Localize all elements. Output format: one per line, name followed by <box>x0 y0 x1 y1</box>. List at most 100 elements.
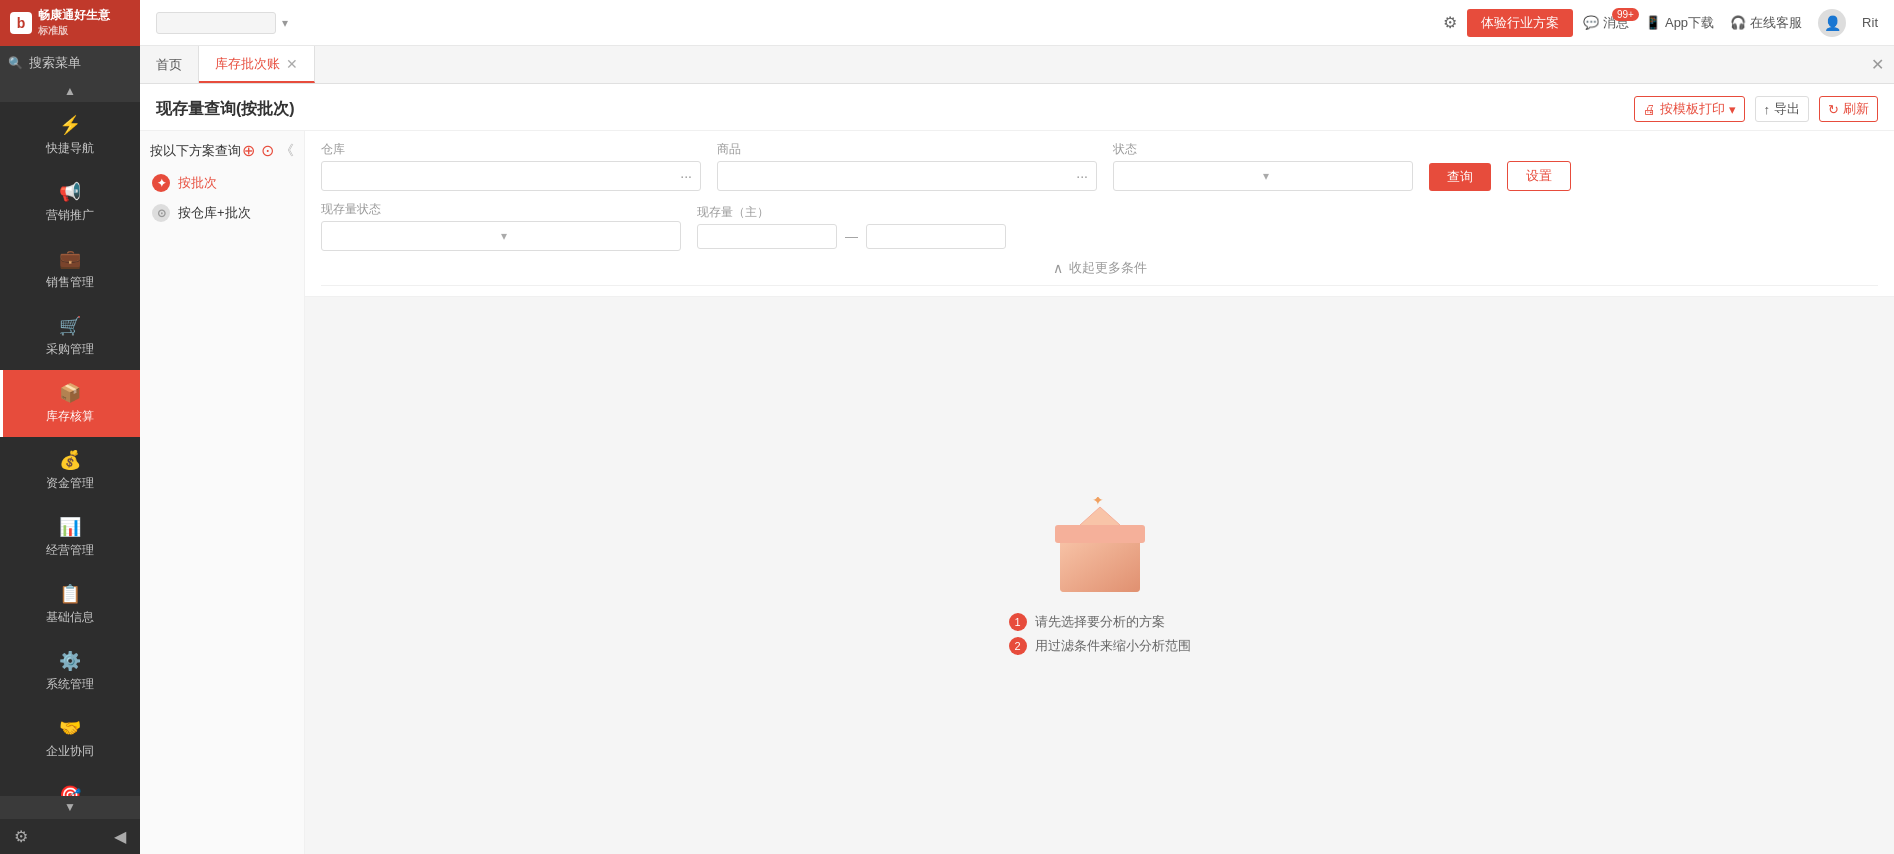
empty-illustration: ✦ <box>1040 497 1160 597</box>
step-2-num: 2 <box>1009 637 1027 655</box>
sidebar-item-label-inventory: 库存核算 <box>46 408 94 425</box>
topbar-right: 💬 消息 99+ 📱 App下载 🎧 在线客服 👤 Rit <box>1583 9 1878 37</box>
print-chevron-icon: ▾ <box>1729 102 1736 117</box>
filter-top-row: 仓库 ··· 商品 ··· <box>321 141 1878 191</box>
status-label: 状态 <box>1113 141 1413 158</box>
warehouse-field: 仓库 ··· <box>321 141 701 191</box>
step-2-text: 用过滤条件来缩小分析范围 <box>1035 637 1191 655</box>
sidebar-item-system[interactable]: ⚙️ 系统管理 <box>0 638 140 705</box>
base-icon: 📋 <box>59 583 81 605</box>
tab-batch-account[interactable]: 库存批次账 ✕ <box>199 46 315 83</box>
tab-home[interactable]: 首页 <box>140 46 199 83</box>
goods-label: 商品 <box>717 141 1097 158</box>
warehouse-more-icon[interactable]: ··· <box>680 168 692 184</box>
purchase-icon: 🛒 <box>59 315 81 337</box>
print-button[interactable]: 🖨 按模板打印 ▾ <box>1634 96 1745 122</box>
add-scheme-icon[interactable]: ⊕ <box>242 141 255 160</box>
scheme-item-by-warehouse-batch[interactable]: ⊙ 按仓库+批次 <box>140 198 304 228</box>
sidebar-item-label-enterprise: 企业协同 <box>46 743 94 760</box>
refresh-button[interactable]: ↻ 刷新 <box>1819 96 1878 122</box>
page-header-actions: 🖨 按模板打印 ▾ ↑ 导出 ↻ 刷新 <box>1634 96 1879 122</box>
sidebar-item-enterprise[interactable]: 🤝 企业协同 <box>0 705 140 772</box>
inventory-status-chevron-icon: ▾ <box>501 229 672 243</box>
collapse-panel-icon[interactable]: 《 <box>280 142 294 160</box>
operations-icon: 📊 <box>59 516 81 538</box>
username[interactable]: Rit <box>1862 15 1878 30</box>
qty-field: 现存量（主） — <box>697 204 1057 249</box>
empty-illustration-svg: ✦ <box>1040 497 1160 597</box>
inventory-status-label: 现存量状态 <box>321 201 681 218</box>
online-service-label: 在线客服 <box>1750 14 1802 32</box>
qty-min-input[interactable] <box>697 224 837 249</box>
filter-bar: 仓库 ··· 商品 ··· <box>305 131 1894 297</box>
scheme-header-actions: ⊕ ⊙ 《 <box>242 141 294 160</box>
scroll-down[interactable]: ▼ <box>0 796 140 818</box>
page-header: 现存量查询(按批次) 🖨 按模板打印 ▾ ↑ 导出 ↻ 刷新 <box>140 84 1894 131</box>
printer-icon: 🖨 <box>1643 102 1656 117</box>
inventory-status-select[interactable]: ▾ <box>321 221 681 251</box>
scheme-dot-inactive: ⊙ <box>152 204 170 222</box>
sidebar-item-base[interactable]: 📋 基础信息 <box>0 571 140 638</box>
close-tab-icon[interactable]: ✕ <box>286 57 298 71</box>
step-1-text: 请先选择要分析的方案 <box>1035 613 1165 631</box>
qty-range: — <box>697 224 1057 249</box>
sidebar-item-label-operations: 经营管理 <box>46 542 94 559</box>
setting-button[interactable]: 设置 <box>1507 161 1571 191</box>
sidebar-item-inventory[interactable]: 📦 库存核算 <box>0 370 140 437</box>
close-all-tabs-icon[interactable]: ✕ <box>1861 55 1894 74</box>
scheme-item-by-batch[interactable]: ✦ 按批次 <box>140 168 304 198</box>
app-download-button[interactable]: 📱 App下载 <box>1645 14 1714 32</box>
refresh-label: 刷新 <box>1843 100 1869 118</box>
scheme-panel: 按以下方案查询 ⊕ ⊙ 《 ✦ 按批次 ⊙ <box>140 131 305 854</box>
export-button[interactable]: ↑ 导出 <box>1755 96 1810 122</box>
sidebar-item-label-sales: 销售管理 <box>46 274 94 291</box>
topbar-gear-icon[interactable]: ⚙ <box>1443 13 1457 32</box>
system-icon: ⚙️ <box>59 650 81 672</box>
online-service-button[interactable]: 🎧 在线客服 <box>1730 14 1802 32</box>
sidebar-item-marketing[interactable]: 📢 营销推广 <box>0 169 140 236</box>
search-menu-label: 搜索菜单 <box>29 54 81 72</box>
sidebar-item-finance[interactable]: 💰 资金管理 <box>0 437 140 504</box>
edition-badge: 标准版 <box>38 24 110 38</box>
search-menu[interactable]: 🔍 搜索菜单 <box>0 46 140 80</box>
status-chevron-icon: ▾ <box>1263 169 1404 183</box>
scheme-settings-icon[interactable]: ⊙ <box>261 141 274 160</box>
collapse-label: 收起更多条件 <box>1069 259 1147 277</box>
tab-batch-account-label: 库存批次账 <box>215 55 280 73</box>
messages-button[interactable]: 💬 消息 99+ <box>1583 14 1629 32</box>
sidebar-item-newbie[interactable]: 🎯 新手引导 <box>0 772 140 796</box>
collapse-sidebar-icon[interactable]: ◀ <box>114 827 126 846</box>
goods-more-icon[interactable]: ··· <box>1076 168 1088 184</box>
page-content: 现存量查询(按批次) 🖨 按模板打印 ▾ ↑ 导出 ↻ 刷新 <box>140 84 1894 854</box>
scheme-panel-title: 按以下方案查询 <box>150 142 241 160</box>
phone-icon: 📱 <box>1645 15 1661 30</box>
svg-rect-1 <box>1060 537 1140 592</box>
status-select[interactable]: ▾ <box>1113 161 1413 191</box>
scheme-item-label-by-warehouse-batch: 按仓库+批次 <box>178 204 251 222</box>
qty-label: 现存量（主） <box>697 204 1057 221</box>
query-button[interactable]: 查询 <box>1429 163 1491 191</box>
sidebar-item-operations[interactable]: 📊 经营管理 <box>0 504 140 571</box>
goods-input-wrap[interactable]: ··· <box>717 161 1097 191</box>
empty-step-1: 1 请先选择要分析的方案 <box>1009 613 1191 631</box>
sidebar-item-purchase[interactable]: 🛒 采购管理 <box>0 303 140 370</box>
collapse-filters-button[interactable]: ∧ 收起更多条件 <box>321 251 1878 286</box>
brand-name: 畅康通好生意 <box>38 8 110 24</box>
trial-button[interactable]: 体验行业方案 <box>1467 9 1573 37</box>
warehouse-input[interactable] <box>330 169 680 184</box>
scroll-up[interactable]: ▲ <box>0 80 140 102</box>
empty-step-2: 2 用过滤条件来缩小分析范围 <box>1009 637 1191 655</box>
warehouse-input-wrap[interactable]: ··· <box>321 161 701 191</box>
sidebar-item-sales[interactable]: 💼 销售管理 <box>0 236 140 303</box>
topbar-breadcrumb: ▾ <box>156 12 1433 34</box>
sidebar-item-label-base: 基础信息 <box>46 609 94 626</box>
breadcrumb-input[interactable] <box>156 12 276 34</box>
qty-max-input[interactable] <box>866 224 1006 249</box>
goods-input[interactable] <box>726 169 1076 184</box>
sidebar-item-label-marketing: 营销推广 <box>46 207 94 224</box>
settings-icon[interactable]: ⚙ <box>14 827 28 846</box>
user-avatar[interactable]: 👤 <box>1818 9 1846 37</box>
enterprise-icon: 🤝 <box>59 717 81 739</box>
sales-icon: 💼 <box>59 248 81 270</box>
sidebar-item-shortcuts[interactable]: ⚡ 快捷导航 <box>0 102 140 169</box>
